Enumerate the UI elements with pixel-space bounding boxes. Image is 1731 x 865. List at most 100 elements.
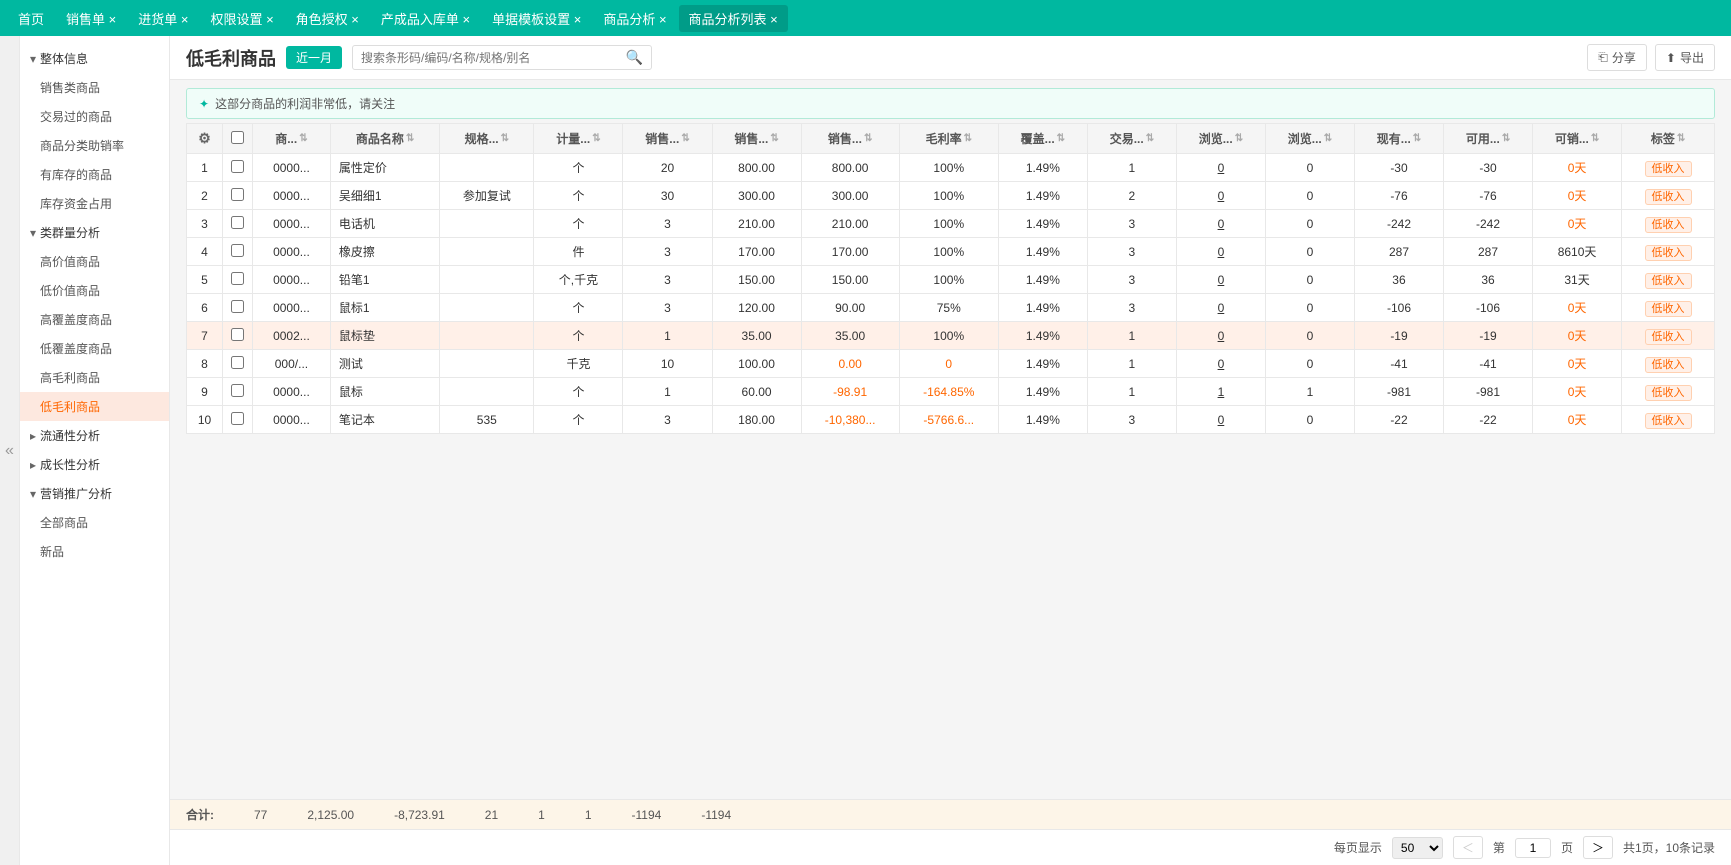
sort-sales-qty-icon[interactable]: ⇅ [681,133,689,144]
cell-name[interactable]: 笔记本 [330,406,439,434]
sort-trade-icon[interactable]: ⇅ [1146,133,1154,144]
th-gross-rate[interactable]: 毛利率⇅ [899,124,998,154]
th-current[interactable]: 现有...⇅ [1354,124,1443,154]
sidebar-item-low-margin[interactable]: 低毛利商品 [20,392,169,421]
cell-check[interactable] [223,322,253,350]
cell-check[interactable] [223,266,253,294]
row-checkbox[interactable] [231,384,244,397]
nav-products[interactable]: 产成品入库单 × [371,5,480,32]
sidebar-item-high-coverage[interactable]: 高覆盖度商品 [20,305,169,334]
prev-page-button[interactable]: ＜ [1453,836,1483,859]
row-checkbox[interactable] [231,216,244,229]
cell-name[interactable]: 测试 [330,350,439,378]
sort-browse2-icon[interactable]: ⇅ [1324,133,1332,144]
cell-check[interactable] [223,406,253,434]
row-checkbox[interactable] [231,356,244,369]
nav-sales[interactable]: 销售单 × [56,5,126,32]
browse1-link[interactable]: 1 [1218,385,1225,399]
cell-browse1[interactable]: 0 [1176,406,1265,434]
cell-browse1[interactable]: 0 [1176,182,1265,210]
browse1-link[interactable]: 0 [1218,273,1225,287]
sidebar-group-growth[interactable]: ▸ 成长性分析 [20,450,169,479]
th-spec[interactable]: 规格...⇅ [440,124,534,154]
th-sales-qty[interactable]: 销售...⇅ [623,124,712,154]
th-available[interactable]: 可用...⇅ [1444,124,1533,154]
cell-browse1[interactable]: 1 [1176,378,1265,406]
search-input[interactable] [361,51,622,65]
row-checkbox[interactable] [231,328,244,341]
date-filter-button[interactable]: 近一月 [286,46,342,69]
sidebar-item-high-margin[interactable]: 高毛利商品 [20,363,169,392]
cell-name[interactable]: 鼠标1 [330,294,439,322]
nav-permissions[interactable]: 权限设置 × [200,5,283,32]
th-tag[interactable]: 标签⇅ [1622,124,1715,154]
page-number-input[interactable] [1515,838,1551,858]
th-browse1[interactable]: 浏览...⇅ [1176,124,1265,154]
cell-browse1[interactable]: 0 [1176,294,1265,322]
sort-gross-icon[interactable]: ⇅ [964,133,972,144]
sidebar-item-low-coverage[interactable]: 低覆盖度商品 [20,334,169,363]
sort-code-icon[interactable]: ⇅ [299,133,307,144]
sort-unit-icon[interactable]: ⇅ [592,133,600,144]
cell-check[interactable] [223,210,253,238]
select-all-checkbox[interactable] [231,131,244,144]
sidebar-group-marketing[interactable]: ▾ 营销推广分析 [20,479,169,508]
share-button[interactable]: ⎗ 分享 [1587,44,1647,71]
browse1-link[interactable]: 0 [1218,357,1225,371]
browse1-link[interactable]: 0 [1218,329,1225,343]
sidebar-item-traded-products[interactable]: 交易过的商品 [20,102,169,131]
sidebar-group-overall[interactable]: ▾ 整体信息 [20,44,169,73]
browse1-link[interactable]: 0 [1218,245,1225,259]
row-checkbox[interactable] [231,272,244,285]
browse1-link[interactable]: 0 [1218,161,1225,175]
sidebar-collapse-btn[interactable]: « [0,36,20,865]
nav-purchase[interactable]: 进货单 × [128,5,198,32]
sidebar-item-high-value[interactable]: 高价值商品 [20,247,169,276]
cell-browse1[interactable]: 0 [1176,154,1265,182]
nav-home[interactable]: 首页 [8,5,54,32]
sidebar-item-new-products[interactable]: 新品 [20,537,169,566]
sort-saleable-icon[interactable]: ⇅ [1591,133,1599,144]
per-page-select[interactable]: 50 100 200 [1392,837,1443,859]
cell-check[interactable] [223,238,253,266]
cell-check[interactable] [223,350,253,378]
sort-sales-amt-icon[interactable]: ⇅ [770,133,778,144]
browse1-link[interactable]: 0 [1218,189,1225,203]
search-icon[interactable]: 🔍 [626,49,643,66]
sidebar-item-sales-products[interactable]: 销售类商品 [20,73,169,102]
cell-name[interactable]: 属性定价 [330,154,439,182]
cell-name[interactable]: 鼠标 [330,378,439,406]
row-checkbox[interactable] [231,300,244,313]
sidebar-group-cluster[interactable]: ▾ 类群量分析 [20,218,169,247]
cell-browse1[interactable]: 0 [1176,238,1265,266]
th-name[interactable]: 商品名称⇅ [330,124,439,154]
th-coverage[interactable]: 覆盖...⇅ [998,124,1087,154]
cell-name[interactable]: 橡皮擦 [330,238,439,266]
cell-browse1[interactable]: 0 [1176,210,1265,238]
nav-analysis-list[interactable]: 商品分析列表 × [679,5,788,32]
th-sales-amt[interactable]: 销售...⇅ [712,124,801,154]
th-trade[interactable]: 交易...⇅ [1087,124,1176,154]
sort-browse1-icon[interactable]: ⇅ [1235,133,1243,144]
export-button[interactable]: ⬆ 导出 [1655,44,1715,71]
cell-browse1[interactable]: 0 [1176,350,1265,378]
cell-name[interactable]: 电话机 [330,210,439,238]
sort-sales-profit-icon[interactable]: ⇅ [864,133,872,144]
sidebar-item-all-products[interactable]: 全部商品 [20,508,169,537]
th-gear[interactable]: ⚙ [187,124,223,154]
sidebar-item-in-stock[interactable]: 有库存的商品 [20,160,169,189]
cell-check[interactable] [223,378,253,406]
row-checkbox[interactable] [231,244,244,257]
cell-name[interactable]: 吴细细1 [330,182,439,210]
cell-name[interactable]: 铅笔1 [330,266,439,294]
sort-name-icon[interactable]: ⇅ [406,133,414,144]
sidebar-group-liquidity[interactable]: ▸ 流通性分析 [20,421,169,450]
cell-check[interactable] [223,154,253,182]
th-unit[interactable]: 计量...⇅ [534,124,623,154]
next-page-button[interactable]: ＞ [1583,836,1613,859]
cell-check[interactable] [223,182,253,210]
row-checkbox[interactable] [231,188,244,201]
row-checkbox[interactable] [231,412,244,425]
row-checkbox[interactable] [231,160,244,173]
browse1-link[interactable]: 0 [1218,217,1225,231]
